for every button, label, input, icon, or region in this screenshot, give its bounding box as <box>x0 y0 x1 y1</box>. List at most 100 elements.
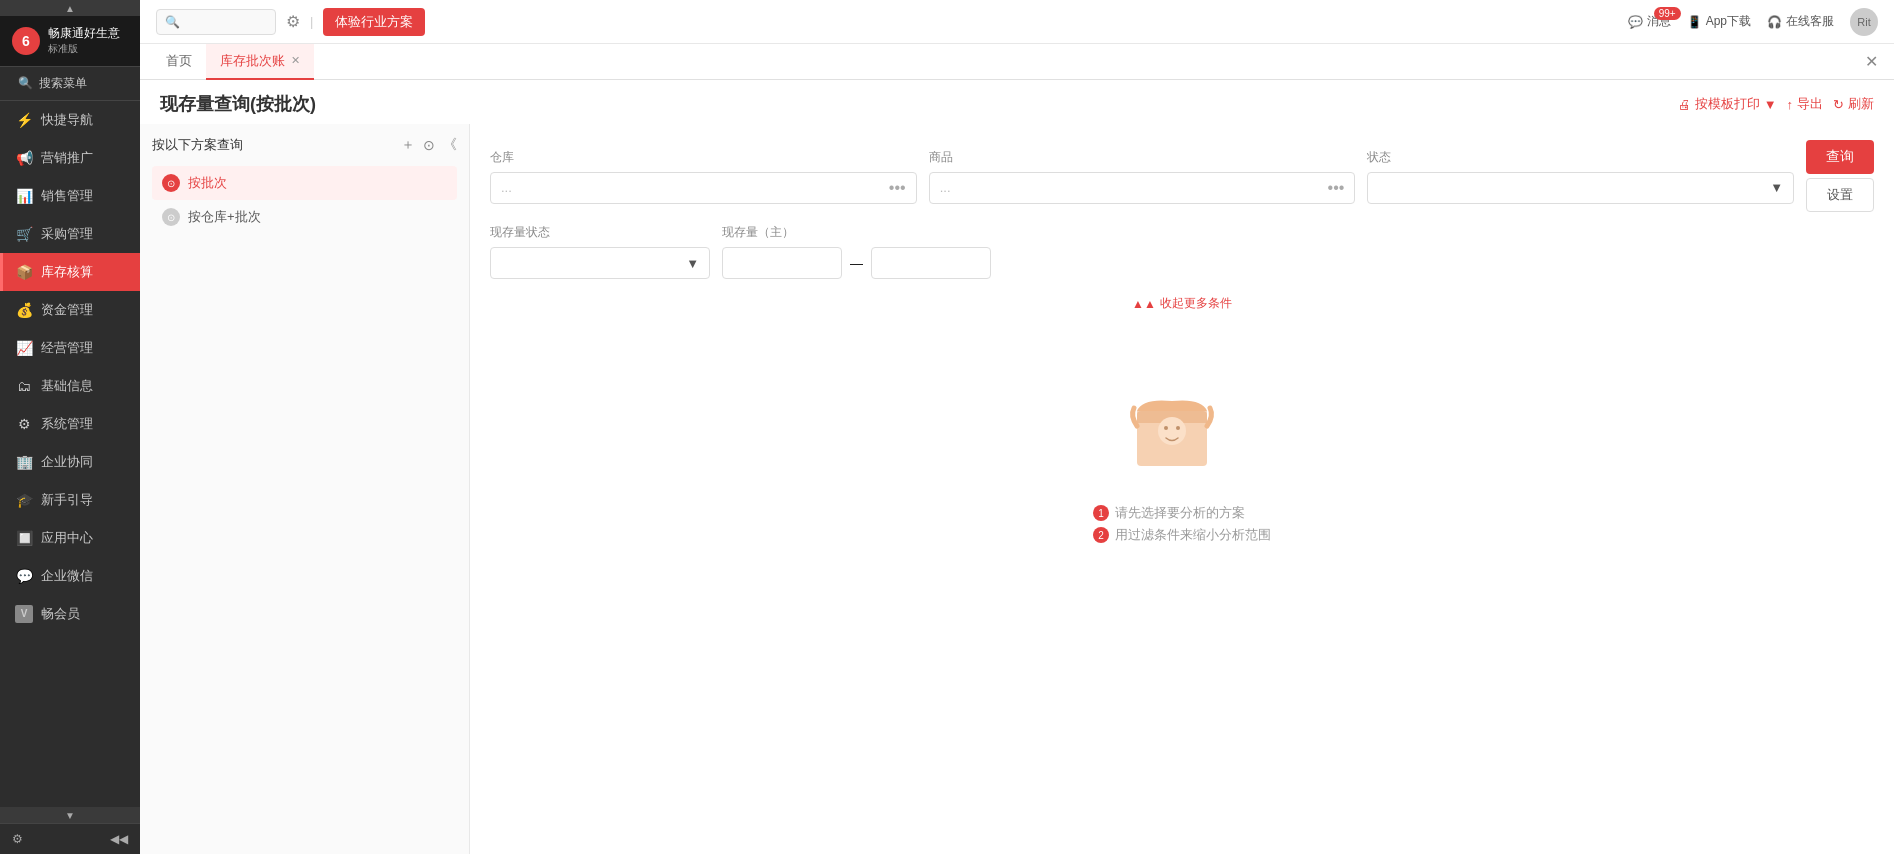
filter-item-by-batch[interactable]: ⊙ 按批次 <box>152 166 457 200</box>
sidebar-item-operations[interactable]: 📈 经营管理 <box>0 329 140 367</box>
sidebar-item-label: 新手引导 <box>41 491 93 509</box>
app-download-label: App下载 <box>1706 13 1751 30</box>
sidebar-header: 6 畅康通好生意 标准版 <box>0 16 140 67</box>
print-btn-label: 按模板打印 <box>1695 95 1760 113</box>
status-label: 状态 <box>1367 149 1794 166</box>
collapse-bar-label: 收起更多条件 <box>1160 295 1232 312</box>
warehouse-field: 仓库 ... ••• <box>490 149 917 204</box>
sidebar-item-marketing[interactable]: 📢 营销推广 <box>0 139 140 177</box>
warehouse-input[interactable]: ... ••• <box>490 172 917 204</box>
inventory-qty-label: 现存量（主） <box>722 224 1022 241</box>
export-icon: ↑ <box>1787 97 1794 112</box>
sidebar-item-label: 资金管理 <box>41 301 93 319</box>
status-select[interactable]: ▼ <box>1367 172 1794 204</box>
form-settings-btn[interactable]: 设置 <box>1806 178 1874 212</box>
page-header: 现存量查询(按批次) 🖨 按模板打印 ▼ ↑ 导出 ↻ 刷新 <box>140 80 1894 124</box>
sidebar-item-membership[interactable]: V 畅会员 <box>0 595 140 633</box>
product-more-icon[interactable]: ••• <box>1328 179 1345 197</box>
topbar-gear-btn[interactable]: ⚙ <box>286 12 300 31</box>
inventory-status-label: 现存量状态 <box>490 224 710 241</box>
sidebar-item-system[interactable]: ⚙ 系统管理 <box>0 405 140 443</box>
topbar: 🔍 ⚙ | 体验行业方案 💬 消息 99+ 📱 App下载 🎧 在线客服 Rit <box>140 0 1894 44</box>
message-icon: 💬 <box>1628 15 1643 29</box>
user-avatar: Rit <box>1850 8 1878 36</box>
tip2-num: 2 <box>1093 527 1109 543</box>
query-btn[interactable]: 查询 <box>1806 140 1874 174</box>
export-btn[interactable]: ↑ 导出 <box>1787 95 1824 113</box>
filter-collapse-btn[interactable]: 《 <box>443 136 457 154</box>
product-input[interactable]: ... ••• <box>929 172 1356 204</box>
tab-right-controls: ✕ <box>1861 48 1882 75</box>
search-icon: 🔍 <box>18 76 33 90</box>
trial-industry-btn[interactable]: 体验行业方案 <box>323 8 425 36</box>
sidebar-search[interactable]: 🔍 搜索菜单 <box>0 67 140 101</box>
sidebar-item-label: 快捷导航 <box>41 111 93 129</box>
product-field: 商品 ... ••• <box>929 149 1356 204</box>
settings-footer-btn[interactable]: ⚙ <box>12 832 23 846</box>
collapse-bar[interactable]: ▲▲ 收起更多条件 <box>490 291 1874 316</box>
app-center-icon: 🔲 <box>15 529 33 547</box>
sidebar: ▲ 6 畅康通好生意 标准版 🔍 搜索菜单 ⚡ 快捷导航 📢 营销推广 📊 销售… <box>0 0 140 854</box>
online-service-btn[interactable]: 🎧 在线客服 <box>1767 13 1834 30</box>
sidebar-item-label: 经营管理 <box>41 339 93 357</box>
sidebar-item-purchase[interactable]: 🛒 采购管理 <box>0 215 140 253</box>
product-label: 商品 <box>929 149 1356 166</box>
sidebar-item-app-center[interactable]: 🔲 应用中心 <box>0 519 140 557</box>
collapse-sidebar-btn[interactable]: ◀◀ <box>110 832 128 846</box>
sidebar-scroll-up[interactable]: ▲ <box>0 0 140 16</box>
user-profile-btn[interactable]: Rit <box>1850 8 1878 36</box>
tip1-text: 请先选择要分析的方案 <box>1115 504 1245 522</box>
empty-state-icon <box>1122 376 1242 476</box>
filter-item-by-batch-label: 按批次 <box>188 174 227 192</box>
inventory-qty-min[interactable] <box>722 247 842 279</box>
sidebar-scroll-down[interactable]: ▼ <box>0 807 140 823</box>
print-btn[interactable]: 🖨 按模板打印 ▼ <box>1678 95 1777 113</box>
sidebar-item-sales[interactable]: 📊 销售管理 <box>0 177 140 215</box>
quick-nav-icon: ⚡ <box>15 111 33 129</box>
purchase-icon: 🛒 <box>15 225 33 243</box>
refresh-btn[interactable]: ↻ 刷新 <box>1833 95 1874 113</box>
tab-batch-account-close[interactable]: ✕ <box>291 54 300 67</box>
app-download-btn[interactable]: 📱 App下载 <box>1687 13 1751 30</box>
sidebar-item-new-guide[interactable]: 🎓 新手引导 <box>0 481 140 519</box>
sidebar-item-label: 系统管理 <box>41 415 93 433</box>
inventory-qty-max[interactable] <box>871 247 991 279</box>
tabs-bar: 首页 库存批次账 ✕ ✕ <box>140 44 1894 80</box>
sidebar-footer: ⚙ ◀◀ <box>0 823 140 854</box>
search-row-2: 现存量状态 ▼ 现存量（主） — <box>490 224 1874 279</box>
app-download-icon: 📱 <box>1687 15 1702 29</box>
range-dash: — <box>850 256 863 271</box>
sidebar-item-finance[interactable]: 💰 资金管理 <box>0 291 140 329</box>
sidebar-item-wechat[interactable]: 💬 企业微信 <box>0 557 140 595</box>
refresh-btn-label: 刷新 <box>1848 95 1874 113</box>
tab-close-all-btn[interactable]: ✕ <box>1861 48 1882 75</box>
filter-panel-title-text: 按以下方案查询 <box>152 136 243 154</box>
sidebar-item-inventory[interactable]: 📦 库存核算 <box>0 253 140 291</box>
sidebar-item-label: 畅会员 <box>41 605 80 623</box>
content-body: 按以下方案查询 ＋ ⊙ 《 ⊙ 按批次 ⊙ 按仓库+批次 <box>140 124 1894 854</box>
tab-batch-account[interactable]: 库存批次账 ✕ <box>206 44 314 80</box>
warehouse-more-icon[interactable]: ••• <box>889 179 906 197</box>
user-name: Rit <box>1857 16 1870 28</box>
add-filter-btn[interactable]: ＋ <box>401 136 415 154</box>
wechat-icon: 💬 <box>15 567 33 585</box>
topbar-search-icon: 🔍 <box>165 15 180 29</box>
online-service-label: 在线客服 <box>1786 13 1834 30</box>
filter-settings-btn[interactable]: ⊙ <box>423 137 435 153</box>
sidebar-item-enterprise[interactable]: 🏢 企业协同 <box>0 443 140 481</box>
topbar-search[interactable]: 🔍 <box>156 9 276 35</box>
sidebar-item-label: 基础信息 <box>41 377 93 395</box>
empty-state: 1 请先选择要分析的方案 2 用过滤条件来缩小分析范围 <box>490 316 1874 608</box>
sidebar-item-quick-nav[interactable]: ⚡ 快捷导航 <box>0 101 140 139</box>
sidebar-item-basics[interactable]: 🗂 基础信息 <box>0 367 140 405</box>
status-dropdown-icon: ▼ <box>1770 180 1783 195</box>
query-action-col: 查询 设置 <box>1806 140 1874 212</box>
by-batch-icon: ⊙ <box>162 174 180 192</box>
messages-btn[interactable]: 💬 消息 99+ <box>1628 13 1671 30</box>
inventory-status-select[interactable]: ▼ <box>490 247 710 279</box>
status-field: 状态 ▼ <box>1367 149 1794 204</box>
tab-home[interactable]: 首页 <box>152 44 206 80</box>
topbar-divider: | <box>310 14 313 29</box>
marketing-icon: 📢 <box>15 149 33 167</box>
filter-item-by-warehouse-batch[interactable]: ⊙ 按仓库+批次 <box>152 200 457 234</box>
